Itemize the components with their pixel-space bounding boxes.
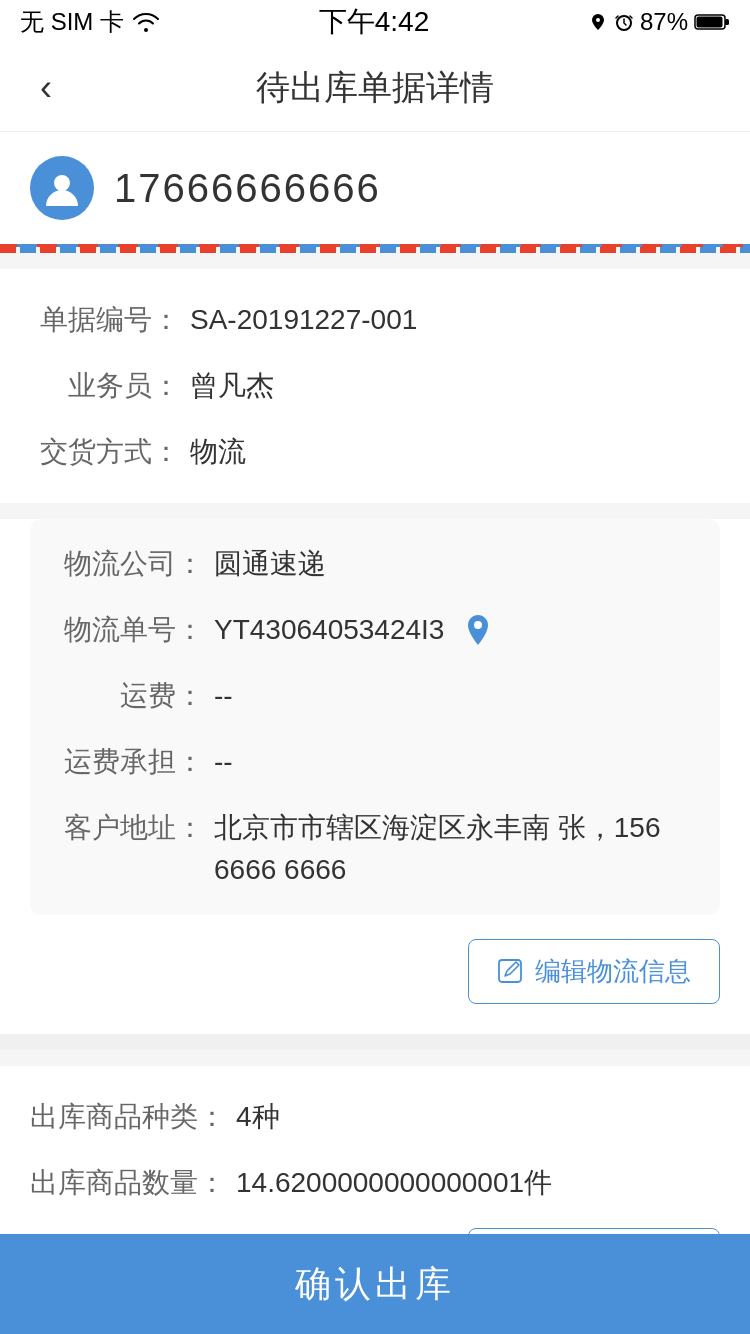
confirm-outbound-button[interactable]: 确认出库 [0, 1234, 750, 1334]
svg-point-6 [474, 621, 482, 629]
confirm-outbound-label: 确认出库 [295, 1260, 455, 1309]
status-bar: 无 SIM 卡 下午4:42 87% [0, 0, 750, 44]
page-title: 待出库单据详情 [256, 65, 494, 111]
order-no-label: 单据编号： [30, 299, 190, 341]
logistics-card: 物流公司： 圆通速递 物流单号： YT43064053424I3 运费： -- … [30, 519, 720, 915]
order-no-row: 单据编号： SA-20191227-001 [30, 299, 720, 341]
customer-phone: 17666666666 [114, 166, 381, 211]
logistics-tracking-label: 物流单号： [54, 609, 214, 651]
logistics-section: 物流公司： 圆通速递 物流单号： YT43064053424I3 运费： -- … [0, 519, 750, 1034]
salesman-value: 曾凡杰 [190, 365, 720, 407]
tracking-row: YT43064053424I3 [214, 609, 496, 651]
outbound-quantity-row: 出库商品数量： 14.6200000000000001件 [30, 1162, 720, 1204]
customer-avatar [30, 156, 94, 220]
freight-value: -- [214, 675, 696, 717]
salesman-row: 业务员： 曾凡杰 [30, 365, 720, 407]
logistics-company-label: 物流公司： [54, 543, 214, 585]
edit-logistics-label: 编辑物流信息 [535, 954, 691, 989]
outbound-quantity-value: 14.6200000000000001件 [236, 1162, 720, 1204]
map-pin-icon[interactable] [460, 612, 496, 648]
freight-label: 运费： [54, 675, 214, 717]
location-active-icon [588, 12, 608, 32]
back-button[interactable]: ‹ [30, 57, 62, 119]
wifi-icon [132, 12, 160, 32]
order-info-section: 单据编号： SA-20191227-001 业务员： 曾凡杰 交货方式： 物流 [0, 269, 750, 503]
address-value: 北京市市辖区海淀区永丰南 张，156 6666 6666 [214, 807, 696, 891]
delivery-value: 物流 [190, 431, 720, 473]
logistics-tracking-row: 物流单号： YT43064053424I3 [54, 609, 696, 651]
carrier-text: 无 SIM 卡 [20, 6, 124, 38]
status-left: 无 SIM 卡 [20, 6, 160, 38]
freight-bear-row: 运费承担： -- [54, 741, 696, 783]
delivery-label: 交货方式： [30, 431, 190, 473]
tracking-no-value: YT43064053424I3 [214, 609, 444, 651]
logistics-company-value: 圆通速递 [214, 543, 696, 585]
status-right: 87% [588, 8, 730, 36]
battery-text: 87% [640, 8, 688, 36]
svg-point-5 [54, 175, 70, 191]
address-label: 客户地址： [54, 807, 214, 849]
outbound-types-value: 4种 [236, 1096, 720, 1138]
address-row: 客户地址： 北京市市辖区海淀区永丰南 张，156 6666 6666 [54, 807, 696, 891]
section-divider [0, 1034, 750, 1050]
edit-logistics-button-wrap: 编辑物流信息 [30, 939, 720, 1004]
salesman-label: 业务员： [30, 365, 190, 407]
outbound-types-label: 出库商品种类： [30, 1096, 236, 1138]
customer-header: 17666666666 [0, 132, 750, 247]
freight-bear-label: 运费承担： [54, 741, 214, 783]
logistics-company-row: 物流公司： 圆通速递 [54, 543, 696, 585]
alarm-icon [614, 12, 634, 32]
svg-rect-3 [725, 19, 729, 25]
outbound-quantity-label: 出库商品数量： [30, 1162, 236, 1204]
battery-icon [694, 13, 730, 31]
nav-bar: ‹ 待出库单据详情 [0, 44, 750, 132]
dashed-separator [0, 247, 750, 253]
edit-logistics-button[interactable]: 编辑物流信息 [468, 939, 720, 1004]
svg-rect-4 [697, 17, 723, 28]
freight-bear-value: -- [214, 741, 696, 783]
order-no-value: SA-20191227-001 [190, 299, 720, 341]
status-time: 下午4:42 [319, 3, 430, 41]
freight-row: 运费： -- [54, 675, 696, 717]
svg-point-0 [596, 18, 600, 22]
delivery-row: 交货方式： 物流 [30, 431, 720, 473]
outbound-types-row: 出库商品种类： 4种 [30, 1096, 720, 1138]
edit-icon [497, 958, 525, 986]
